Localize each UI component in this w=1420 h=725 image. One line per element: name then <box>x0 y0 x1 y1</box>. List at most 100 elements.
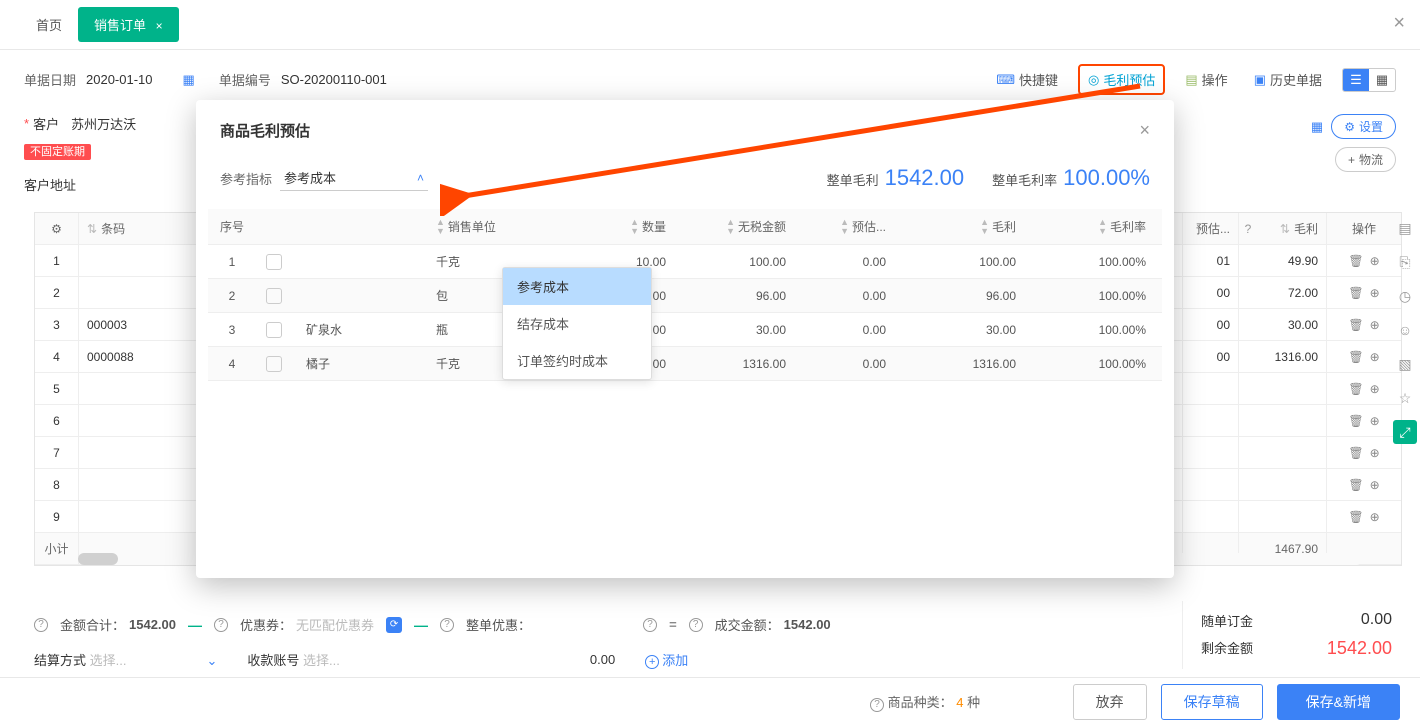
row-seq: 8 <box>35 469 79 500</box>
profit-cell: 1316.00 <box>896 357 1026 371</box>
save-draft-button[interactable]: 保存草稿 <box>1161 684 1263 720</box>
unit-header[interactable]: ▲▼销售单位 <box>426 218 566 236</box>
checkbox-cell[interactable] <box>256 322 296 338</box>
minus-icon: — <box>414 617 428 633</box>
history-button[interactable]: ▣历史单据 <box>1248 66 1328 93</box>
profit-header[interactable]: ▲▼毛利 <box>896 218 1026 236</box>
checkbox[interactable] <box>266 254 282 270</box>
view-grid-icon[interactable]: ▦ <box>1369 69 1395 91</box>
copy-icon[interactable]: ⊕ <box>1370 510 1380 524</box>
view-list-icon[interactable]: ☰ <box>1343 69 1369 91</box>
tab-sales-order[interactable]: 销售订单 × <box>78 7 179 42</box>
top-tabs: 首页 销售订单 × × <box>0 0 1420 50</box>
checkbox-cell[interactable] <box>256 288 296 304</box>
date-value[interactable]: 2020-01-10 <box>86 72 153 87</box>
estimate-header[interactable]: 预估... <box>1183 213 1239 244</box>
help-icon[interactable]: ? <box>214 618 228 632</box>
filter-select[interactable]: 参考成本 ˄ <box>280 165 428 191</box>
settings-button[interactable]: ⚙设置 <box>1331 114 1396 139</box>
copy-icon[interactable]: ⊕ <box>1370 446 1380 460</box>
delete-icon[interactable]: 🗑 <box>1348 286 1363 300</box>
copy-icon[interactable]: ⊕ <box>1370 318 1380 332</box>
delete-icon[interactable]: 🗑 <box>1348 446 1363 460</box>
close-icon[interactable]: × <box>156 19 163 33</box>
chevron-down-icon[interactable]: ⌄ <box>206 653 217 668</box>
checkbox[interactable] <box>266 288 282 304</box>
dropdown-option[interactable]: 结存成本 <box>503 305 651 342</box>
add-account-link[interactable]: +添加 <box>645 650 688 669</box>
calendar-icon[interactable]: ▦ <box>1311 119 1323 135</box>
settle-select[interactable]: 选择... <box>90 653 127 668</box>
delete-icon[interactable]: 🗑 <box>1348 478 1363 492</box>
row-seq: 5 <box>35 373 79 404</box>
rail-link-icon[interactable]: ⎘ <box>1393 250 1417 274</box>
help-icon[interactable]: ? <box>1239 213 1257 244</box>
filter-label: 参考指标 <box>220 169 272 188</box>
checkbox-cell[interactable] <box>256 254 296 270</box>
rail-doc-icon[interactable]: ▤ <box>1393 216 1417 240</box>
help-icon[interactable]: ? <box>870 698 884 712</box>
checkbox[interactable] <box>266 322 282 338</box>
help-icon[interactable]: ? <box>440 618 454 632</box>
delete-icon[interactable]: 🗑 <box>1348 318 1363 332</box>
gear-column-header[interactable]: ⚙ <box>35 213 79 244</box>
delete-icon[interactable]: 🗑 <box>1348 414 1363 428</box>
rail-star-icon[interactable]: ☆ <box>1393 386 1417 410</box>
checkbox[interactable] <box>266 356 282 372</box>
seq-header[interactable]: 序号 <box>208 218 256 235</box>
estimate-header[interactable]: ▲▼预估... <box>796 218 896 236</box>
coupon-select[interactable]: 无匹配优惠券 <box>296 615 374 634</box>
delete-icon[interactable]: 🗑 <box>1348 350 1363 364</box>
logistics-button[interactable]: +物流 <box>1335 147 1396 172</box>
rail-box-icon[interactable]: ▧ <box>1393 352 1417 376</box>
calendar-icon[interactable]: ▦ <box>183 72 195 88</box>
dropdown-option[interactable]: 参考成本 <box>503 268 651 305</box>
delete-icon[interactable]: 🗑 <box>1348 382 1363 396</box>
amount-header[interactable]: ▲▼无税金额 <box>676 218 796 236</box>
dropdown-option[interactable]: 订单签约时成本 <box>503 342 651 379</box>
profit-cell: 72.00 <box>1257 277 1327 308</box>
discard-button[interactable]: 放弃 <box>1073 684 1147 720</box>
copy-icon[interactable]: ⊕ <box>1370 286 1380 300</box>
copy-icon[interactable]: ⊕ <box>1370 478 1380 492</box>
profit-header[interactable]: ⇅毛利 <box>1257 213 1327 244</box>
shortcut-button[interactable]: ⌨快捷键 <box>990 66 1064 93</box>
save-new-button[interactable]: 保存&新增 <box>1277 684 1400 720</box>
profit-cell: 30.00 <box>896 323 1026 337</box>
qty-header[interactable]: ▲▼数量 <box>566 218 676 236</box>
profit-modal: 商品毛利预估 × 参考指标 参考成本 ˄ 整单毛利1542.00 整单毛利率10… <box>196 100 1174 578</box>
remain-value: 1542.00 <box>1327 638 1392 659</box>
ops-button[interactable]: ▤操作 <box>1179 66 1233 93</box>
rail-user-icon[interactable]: ☺ <box>1393 318 1417 342</box>
copy-icon[interactable]: ⊕ <box>1370 382 1380 396</box>
help-icon[interactable]: ? <box>689 618 703 632</box>
checkbox-cell[interactable] <box>256 356 296 372</box>
refresh-icon[interactable]: ⟳ <box>386 617 402 633</box>
rail-expand-icon[interactable]: ⤢ <box>1393 420 1417 444</box>
help-icon[interactable]: ? <box>643 618 657 632</box>
profit-estimate-button[interactable]: ◎毛利预估 <box>1078 64 1165 95</box>
est-cell: 01 <box>1183 245 1239 276</box>
deposit-value: 0.00 <box>1361 611 1392 630</box>
tab-home[interactable]: 首页 <box>20 7 78 42</box>
copy-icon[interactable]: ⊕ <box>1370 414 1380 428</box>
copy-icon[interactable]: ⊕ <box>1370 350 1380 364</box>
help-icon[interactable]: ? <box>34 618 48 632</box>
modal-table-row[interactable]: 3矿泉水瓶15.0030.000.0030.00100.00% <box>208 313 1162 347</box>
modal-table-row[interactable]: 2包12.0096.000.0096.00100.00% <box>208 279 1162 313</box>
date-label: 单据日期 <box>24 70 76 89</box>
account-select[interactable]: 选择... <box>303 653 340 668</box>
copy-icon[interactable]: ⊕ <box>1370 254 1380 268</box>
delete-icon[interactable]: 🗑 <box>1348 254 1363 268</box>
right-action-buttons: ▦ ⚙设置 +物流 <box>1311 114 1396 172</box>
close-icon[interactable]: × <box>1139 120 1150 141</box>
order-disc-label: 整单优惠： <box>466 615 531 634</box>
window-close-icon[interactable]: × <box>1393 12 1405 35</box>
rail-clock-icon[interactable]: ◷ <box>1393 284 1417 308</box>
customer-name[interactable]: 苏州万达沃 <box>71 114 136 133</box>
scrollbar-thumb[interactable] <box>78 553 118 565</box>
modal-table-row[interactable]: 4橘子千克47.001316.000.001316.00100.00% <box>208 347 1162 381</box>
delete-icon[interactable]: 🗑 <box>1348 510 1363 524</box>
modal-table-row[interactable]: 1千克10.00100.000.00100.00100.00% <box>208 245 1162 279</box>
rate-header[interactable]: ▲▼毛利率 <box>1026 218 1156 236</box>
